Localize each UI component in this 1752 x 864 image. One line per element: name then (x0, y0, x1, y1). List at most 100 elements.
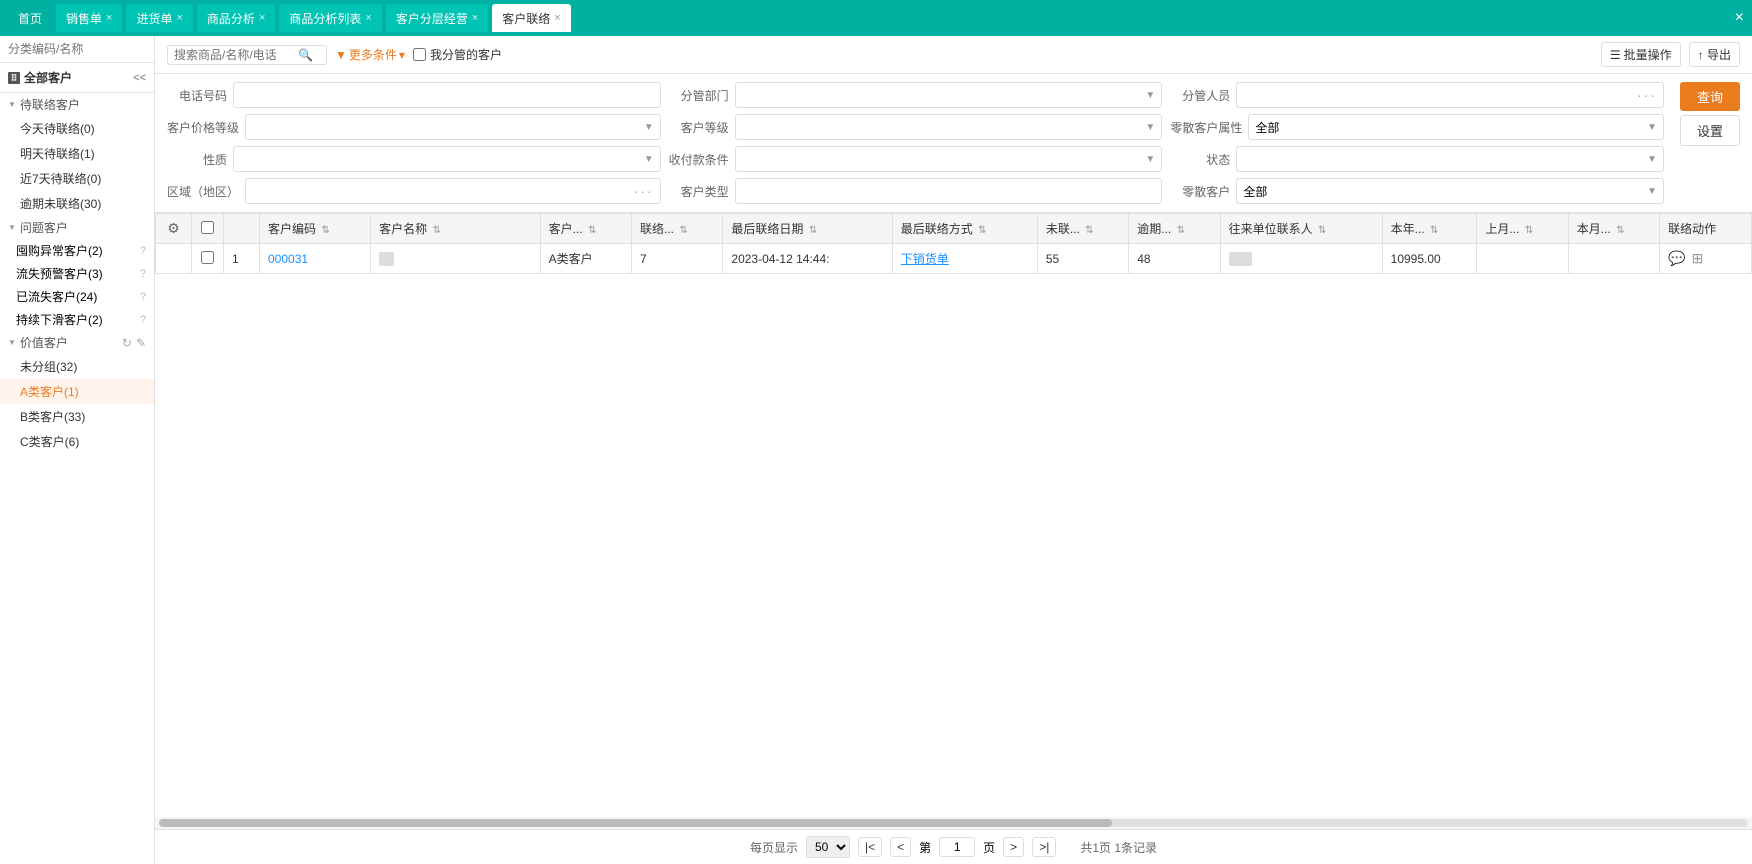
sidebar-item-c-class[interactable]: C类客户(6) (0, 429, 154, 454)
person-dots-icon[interactable]: ··· (1637, 87, 1657, 103)
this-month-sort-icon[interactable]: ⇅ (1616, 225, 1624, 236)
sidebar-item-churn-warning[interactable]: 流失预警客户(3) ? (0, 262, 154, 285)
customer-type-input[interactable] (735, 178, 1163, 204)
customer-grade-select[interactable]: ▼ (735, 114, 1163, 140)
page-size-select[interactable]: 50 (806, 836, 850, 858)
last-method-sort-icon[interactable]: ⇅ (978, 225, 986, 236)
settings-btn[interactable]: 设置 (1680, 115, 1740, 146)
col-overdue[interactable]: 逾期... ⇅ (1129, 214, 1220, 244)
nav-tab-home[interactable]: 首页 (8, 4, 52, 32)
batch-ops-btn[interactable]: ☰ 批量操作 (1601, 42, 1681, 67)
search-icon[interactable]: 🔍 (298, 48, 313, 62)
scrollbar-thumb[interactable] (159, 819, 1112, 827)
horizontal-scrollbar[interactable] (155, 817, 1752, 829)
sidebar-item-unclassified[interactable]: 未分组(32) (0, 354, 154, 379)
sidebar-collapse-btn[interactable]: << (133, 72, 146, 84)
col-contacts[interactable]: 联络... ⇅ (631, 214, 722, 244)
code-sort-icon[interactable]: ⇅ (321, 225, 329, 236)
col-this-year[interactable]: 本年... ⇅ (1382, 214, 1477, 244)
sidebar-item-7days-pending[interactable]: 近7天待联络(0) (0, 166, 154, 191)
name-sort-icon[interactable]: ⇅ (433, 225, 441, 236)
more-filters-btn[interactable]: ▼ 更多条件 ▾ (335, 46, 405, 63)
payment-select[interactable]: ▼ (735, 146, 1163, 172)
message-action-icon[interactable]: 💬 (1668, 250, 1685, 267)
search-input[interactable] (174, 48, 294, 62)
close-all-tabs[interactable]: × (1735, 9, 1744, 27)
first-page-btn[interactable]: |< (858, 837, 882, 857)
row-last-method[interactable]: 下销货单 (892, 244, 1037, 274)
page-number-input[interactable] (939, 837, 975, 857)
unit-contacts-sort-icon[interactable]: ⇅ (1318, 225, 1326, 236)
col-grade[interactable]: 客户... ⇅ (540, 214, 631, 244)
top-nav: 首页 销售单 × 进货单 × 商品分析 × 商品分析列表 × 客户分层经营 × … (0, 0, 1752, 36)
sidebar-item-declining[interactable]: 持续下滑客户(2) ? (0, 308, 154, 331)
nav-tab-sales[interactable]: 销售单 × (56, 4, 122, 32)
my-customers-filter: 我分管的客户 (413, 46, 502, 63)
person-input[interactable]: ··· (1236, 82, 1664, 108)
nav-tab-customer-contact[interactable]: 客户联络 × (492, 4, 570, 32)
col-settings[interactable]: ⚙ (156, 214, 192, 244)
nature-select[interactable]: ▼ (233, 146, 661, 172)
region-dots-icon[interactable]: ··· (634, 183, 654, 199)
sidebar-item-overdue-contact[interactable]: 逾期未联络(30) (0, 191, 154, 216)
price-grade-select[interactable]: ▼ (245, 114, 661, 140)
sidebar-item-tomorrow-pending[interactable]: 明天待联络(1) (0, 141, 154, 166)
export-btn[interactable]: ↑ 导出 (1689, 42, 1740, 67)
no-contact-sort-icon[interactable]: ⇅ (1085, 225, 1093, 236)
col-name[interactable]: 客户名称 ⇅ (371, 214, 540, 244)
value-edit-icon[interactable]: ✎ (136, 336, 146, 350)
query-btn[interactable]: 查询 (1680, 82, 1740, 111)
row-checkbox[interactable] (201, 251, 214, 264)
sidebar-item-hoard-customer[interactable]: 囤购异常客户(2) ? (0, 239, 154, 262)
sidebar-item-today-pending[interactable]: 今天待联络(0) (0, 116, 154, 141)
this-year-sort-icon[interactable]: ⇅ (1430, 225, 1438, 236)
next-page-btn[interactable]: > (1003, 837, 1024, 857)
dept-select[interactable]: ▼ (735, 82, 1163, 108)
my-customers-checkbox[interactable] (413, 48, 426, 61)
sidebar-search-input[interactable] (8, 42, 155, 56)
sidebar-item-a-class[interactable]: A类客户(1) (0, 379, 154, 404)
col-last-date[interactable]: 最后联络日期 ⇅ (723, 214, 892, 244)
phone-input[interactable] (233, 82, 661, 108)
col-code[interactable]: 客户编码 ⇅ (260, 214, 371, 244)
last-method-link[interactable]: 下销货单 (901, 252, 949, 266)
sidebar-issue-section[interactable]: ▼ 问题客户 (0, 216, 154, 239)
price-grade-label: 客户价格等级 (167, 119, 239, 136)
close-customer-segment-tab[interactable]: × (472, 12, 478, 24)
row-code[interactable]: 000031 (260, 244, 371, 274)
select-all-checkbox[interactable] (201, 221, 214, 234)
sidebar-value-section[interactable]: ▼ 价值客户 ↻ ✎ (0, 331, 154, 354)
sidebar-item-b-class[interactable]: B类客户(33) (0, 404, 154, 429)
close-purchase-tab[interactable]: × (176, 12, 182, 24)
grade-sort-icon[interactable]: ⇅ (588, 225, 596, 236)
nav-tab-product-list[interactable]: 商品分析列表 × (279, 4, 381, 32)
status-select[interactable]: ▼ (1236, 146, 1664, 172)
close-customer-contact-tab[interactable]: × (554, 12, 560, 24)
last-month-sort-icon[interactable]: ⇅ (1525, 225, 1533, 236)
sidebar-item-churned[interactable]: 已流失客户(24) ? (0, 285, 154, 308)
retail-attr-select[interactable]: 全部 ▼ (1248, 114, 1664, 140)
col-this-month[interactable]: 本月... ⇅ (1568, 214, 1659, 244)
close-product-analysis-tab[interactable]: × (259, 12, 265, 24)
region-input[interactable]: ··· (245, 178, 661, 204)
overdue-sort-icon[interactable]: ⇅ (1177, 225, 1185, 236)
retail-customer-chevron-icon: ▼ (1647, 186, 1657, 197)
sidebar-all-customers[interactable]: ⠿ 全部客户 << (0, 63, 154, 93)
close-sales-tab[interactable]: × (106, 12, 112, 24)
sidebar-pending-section[interactable]: ▼ 待联络客户 (0, 93, 154, 116)
nav-tab-purchase[interactable]: 进货单 × (126, 4, 192, 32)
col-last-month[interactable]: 上月... ⇅ (1477, 214, 1568, 244)
retail-customer-select[interactable]: 全部 ▼ (1236, 178, 1664, 204)
value-refresh-icon[interactable]: ↻ (122, 336, 132, 350)
nav-tab-customer-segment[interactable]: 客户分层经营 × (386, 4, 488, 32)
nav-tab-product-analysis[interactable]: 商品分析 × (197, 4, 275, 32)
grid-action-icon[interactable]: ⊞ (1692, 250, 1704, 267)
col-unit-contacts[interactable]: 往来单位联系人 ⇅ (1220, 214, 1382, 244)
col-last-method[interactable]: 最后联络方式 ⇅ (892, 214, 1037, 244)
prev-page-btn[interactable]: < (890, 837, 911, 857)
last-page-btn[interactable]: >| (1032, 837, 1056, 857)
last-date-sort-icon[interactable]: ⇅ (809, 225, 817, 236)
close-product-list-tab[interactable]: × (365, 12, 371, 24)
contacts-sort-icon[interactable]: ⇅ (679, 225, 687, 236)
col-no-contact[interactable]: 未联... ⇅ (1037, 214, 1128, 244)
